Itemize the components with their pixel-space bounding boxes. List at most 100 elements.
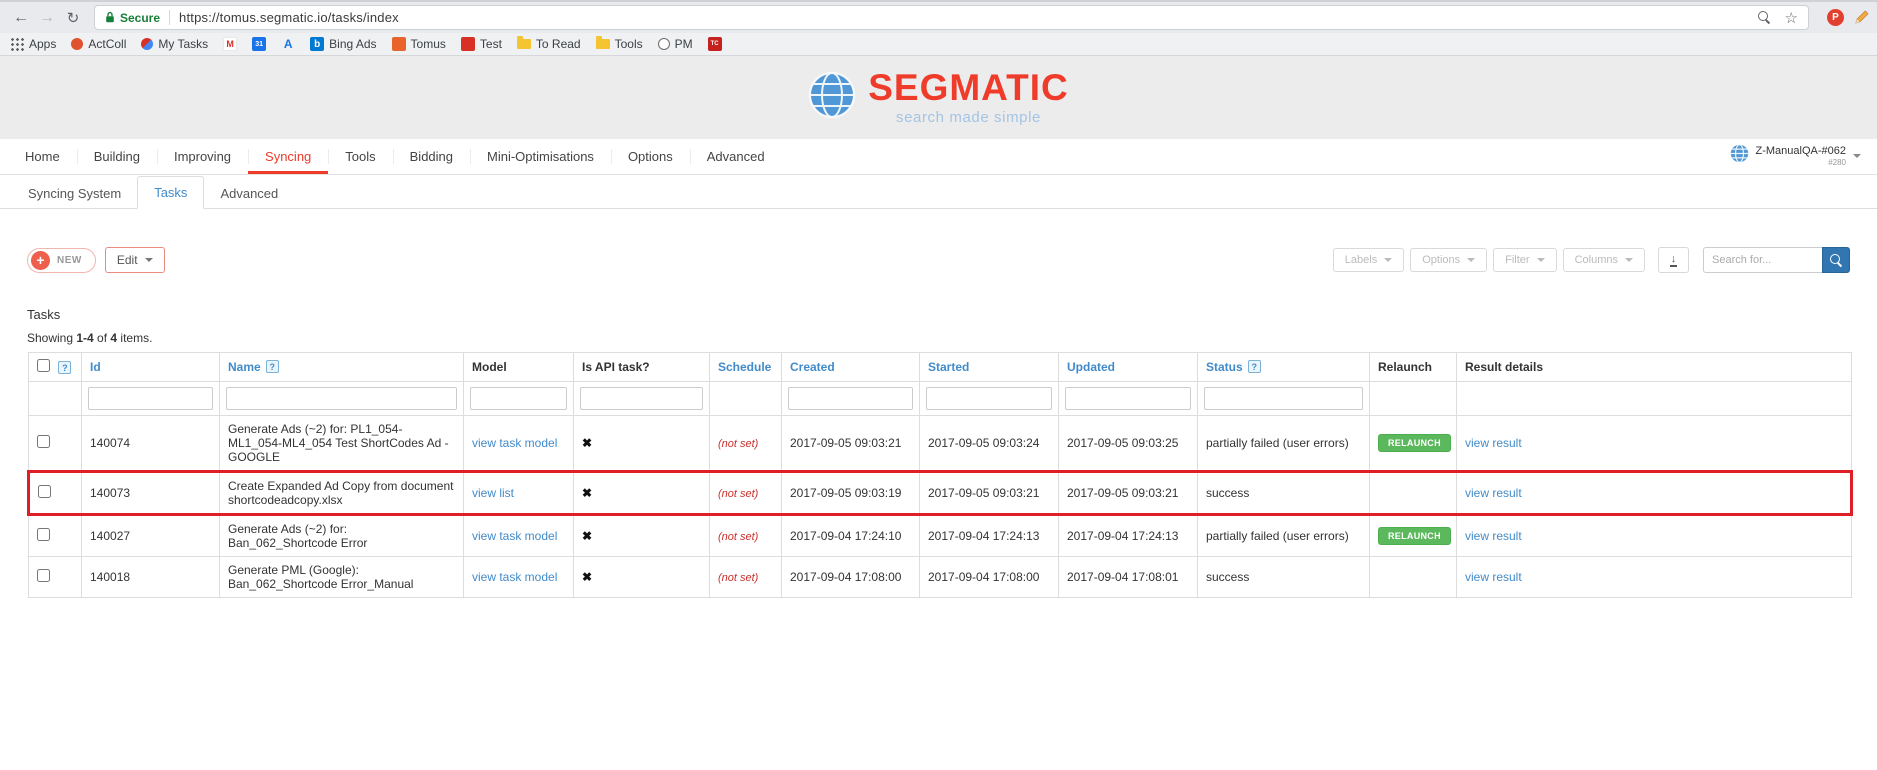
chevron-down-icon [1853,154,1861,158]
bookmark-test[interactable]: Test [460,37,502,51]
select-all-checkbox[interactable] [37,359,50,372]
nav-item-bidding[interactable]: Bidding [392,139,470,174]
refresh-icon[interactable] [60,5,86,31]
secure-label: Secure [120,10,161,25]
header-name[interactable]: Name [219,352,464,382]
bookmark-tomus[interactable]: Tomus [391,37,446,51]
status-filter-input[interactable] [1204,387,1363,410]
relaunch-button[interactable]: RELAUNCH [1378,434,1451,452]
api-filter-input[interactable] [580,387,703,410]
bookmark-star-icon[interactable] [1785,9,1798,27]
bookmark-gmail[interactable]: M [223,37,238,51]
sub-nav: Syncing System Tasks Advanced [0,175,1877,209]
relaunch-button[interactable]: RELAUNCH [1378,527,1451,545]
search-input[interactable] [1703,247,1823,273]
nav-item-advanced[interactable]: Advanced [689,139,782,174]
address-bar[interactable]: Secure https://tomus.segmatic.io/tasks/i… [94,5,1809,30]
bookmark-actcoll[interactable]: ActColl [71,37,126,51]
forward-icon[interactable] [34,5,60,31]
updated-filter-input[interactable] [1065,387,1191,410]
table-row: 140018 Generate PML (Google): Ban_062_Sh… [28,556,1852,598]
help-icon[interactable] [1247,360,1261,373]
chevron-down-icon [1467,258,1476,262]
bookmark-calendar[interactable]: 31 [252,37,267,51]
header-status[interactable]: Status [1197,352,1370,382]
table-row: 140074 Generate Ads (~2) for: PL1_054-ML… [28,415,1852,472]
nav-item-improving[interactable]: Improving [156,139,248,174]
not-set-label: (not set) [718,531,759,543]
subnav-item-syncing-system[interactable]: Syncing System [12,178,137,209]
model-filter-input[interactable] [470,387,567,410]
bookmark-label: PM [674,37,693,51]
new-button[interactable]: NEW [27,247,96,273]
cell-model: view list [463,470,574,516]
nav-item-home[interactable]: Home [8,139,77,174]
cell-started: 2017-09-04 17:08:00 [919,556,1059,598]
bookmark-to-read[interactable]: To Read [516,36,581,51]
help-icon[interactable] [265,360,279,373]
created-filter-input[interactable] [788,387,913,410]
header-result-details: Result details [1456,352,1852,382]
view-result-link[interactable]: view result [1465,486,1522,500]
view-result-link[interactable]: view result [1465,529,1522,543]
header-created[interactable]: Created [781,352,920,382]
back-icon[interactable] [8,5,34,31]
name-filter-input[interactable] [226,387,457,410]
user-menu[interactable]: Z-ManualQA-#062 #280 [1730,144,1861,168]
options-dropdown[interactable]: Options [1410,248,1488,272]
help-icon[interactable] [58,361,72,374]
view-task-model-link[interactable]: view task model [472,529,557,543]
cell-created: 2017-09-05 09:03:21 [781,415,920,472]
filter-api-cell [573,381,710,416]
extension-p-icon[interactable]: P [1827,9,1844,26]
nav-item-syncing[interactable]: Syncing [248,139,328,174]
extension-pencil-icon[interactable] [1854,10,1869,25]
filter-id-cell [81,381,220,416]
view-task-model-link[interactable]: view task model [472,436,557,450]
row-checkbox[interactable] [37,528,50,541]
row-checkbox[interactable] [37,569,50,582]
row-checkbox[interactable] [37,435,50,448]
view-list-link[interactable]: view list [472,486,514,500]
nav-item-options[interactable]: Options [610,139,690,174]
row-checkbox[interactable] [38,485,51,498]
filter-updated-cell [1058,381,1198,416]
id-filter-input[interactable] [88,387,213,410]
labels-dropdown[interactable]: Labels [1332,248,1405,272]
header-started[interactable]: Started [919,352,1059,382]
started-filter-input[interactable] [926,387,1052,410]
action-bar: NEW Edit Labels Options Filter Columns [27,247,1850,273]
cell-updated: 2017-09-05 09:03:25 [1058,415,1198,472]
nav-item-mini-optimisations[interactable]: Mini-Optimisations [470,139,611,174]
header-schedule[interactable]: Schedule [709,352,782,382]
header-updated[interactable]: Updated [1058,352,1198,382]
nav-item-building[interactable]: Building [76,139,157,174]
edit-button[interactable]: Edit [104,247,165,273]
user-id: #280 [1828,158,1846,167]
view-result-link[interactable]: view result [1465,570,1522,584]
columns-dropdown[interactable]: Columns [1562,248,1645,272]
header-id[interactable]: Id [81,352,220,382]
view-task-model-link[interactable]: view task model [472,570,557,584]
bookmark-tools[interactable]: Tools [595,36,643,51]
brand-name: SEGMATIC [868,67,1069,108]
download-button[interactable] [1658,247,1689,273]
view-result-link[interactable]: view result [1465,436,1522,450]
bookmark-bing-ads[interactable]: b Bing Ads [310,37,377,51]
filter-dropdown[interactable]: Filter [1493,248,1557,272]
cell-model: view task model [463,514,574,557]
cell-updated: 2017-09-04 17:08:01 [1058,556,1198,598]
zoom-icon[interactable] [1757,11,1771,24]
subnav-item-advanced[interactable]: Advanced [204,178,294,209]
bookmark-tc[interactable]: TC [707,37,722,51]
bookmark-apps[interactable]: Apps [10,37,56,51]
bookmark-pm[interactable]: PM [657,37,693,51]
subnav-item-tasks[interactable]: Tasks [137,176,205,209]
nav-item-tools[interactable]: Tools [328,139,392,174]
search-button[interactable] [1822,247,1850,273]
logo-band: SEGMATIC search made simple [0,56,1877,139]
not-set-label: (not set) [718,572,759,584]
bookmark-a[interactable]: A [281,37,295,51]
avatar [1730,144,1749,168]
bookmark-my-tasks[interactable]: My Tasks [141,37,208,51]
